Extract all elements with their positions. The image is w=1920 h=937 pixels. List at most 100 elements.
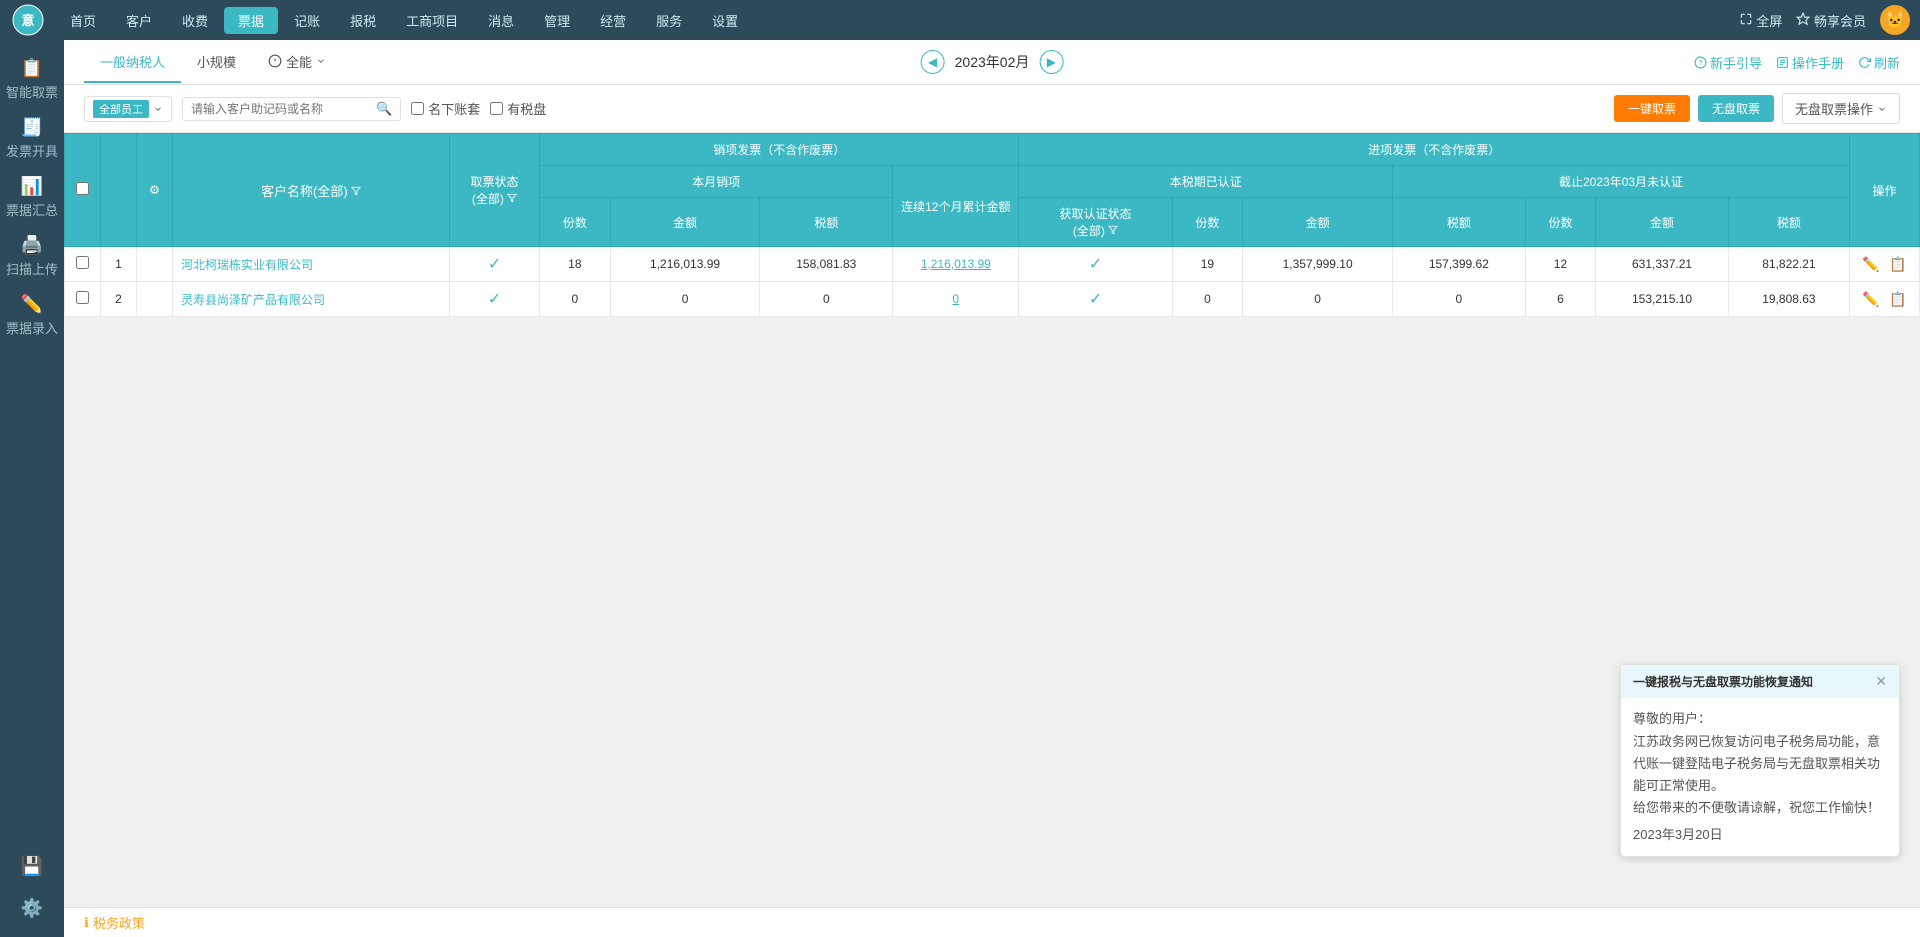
row-checkbox[interactable]: [65, 247, 101, 282]
info-icon: ℹ: [84, 915, 89, 931]
nav-billing[interactable]: 收费: [168, 7, 222, 34]
th-settings-icon: ⚙: [137, 134, 173, 247]
search-input[interactable]: [191, 102, 371, 116]
fullscreen-btn[interactable]: 全屏: [1739, 11, 1783, 30]
notification-header: 一键报税与无盘取票功能恢复通知 ✕: [1621, 665, 1899, 698]
row-until-tax: 81,822.21: [1728, 247, 1849, 282]
row-operation: ✏️ 📋: [1850, 282, 1920, 317]
notification-date: 2023年3月20日: [1633, 824, 1887, 846]
svg-text:意: 意: [21, 13, 34, 28]
tab-content-row: 一般纳税人 小规模 全能 ◀ 2023年02月 ▶ ? 新手引导 操作手册: [64, 40, 1920, 84]
row-purchase-tax: 0: [1393, 282, 1526, 317]
sidebar-item-invoice-entry[interactable]: ✏️ 票据录入: [0, 286, 64, 345]
sidebar-item-invoice-summary[interactable]: 📊 票据汇总: [0, 168, 64, 227]
th-month-sales: 本月销项: [540, 166, 893, 198]
nav-tax[interactable]: 报税: [336, 7, 390, 34]
notification-apology: 给您带来的不便敬请谅解，祝您工作愉快！: [1633, 797, 1887, 819]
table-row: 1 河北柯瑞栋实业有限公司 ✓ 18 1,216,013.99 158,081.…: [65, 247, 1920, 282]
svg-text:?: ?: [1698, 60, 1702, 67]
new-guide-btn[interactable]: ? 新手引导: [1694, 53, 1762, 72]
detail-icon[interactable]: 📋: [1889, 256, 1906, 272]
sidebar-bottom-download[interactable]: 💾: [17, 848, 47, 885]
row-until-amount: 631,337.21: [1596, 247, 1729, 282]
nav-home[interactable]: 首页: [56, 7, 110, 34]
row-customer-name[interactable]: 灵寿县尚泽矿产品有限公司: [173, 282, 450, 317]
tab-small-scale[interactable]: 小规模: [181, 42, 252, 83]
table-row: 2 灵寿县尚泽矿产品有限公司 ✓ 0 0 0 0 ✓ 0 0 0 6 153,2…: [65, 282, 1920, 317]
select-all-checkbox[interactable]: [76, 182, 89, 195]
notification-text: 江苏政务网已恢复访问电子税务局功能，意代账一键登陆电子税务局与无盘取票相关功能可…: [1633, 731, 1887, 797]
edit-icon[interactable]: ✏️: [1862, 291, 1879, 307]
invoice-entry-icon: ✏️: [21, 294, 43, 315]
tax-policy-link[interactable]: ℹ 税务政策: [84, 913, 145, 932]
sidebar-item-label: 扫描上传: [6, 259, 58, 278]
vip-btn[interactable]: 畅享会员: [1796, 11, 1866, 30]
filter-bar: 全部员工 🔍 名下账套 有税盘 一键取票 无盘取票 无盘取票操作: [64, 85, 1920, 133]
user-avatar[interactable]: 🐱: [1880, 5, 1910, 35]
sidebar-item-label: 票据录入: [6, 318, 58, 337]
nav-customer[interactable]: 客户: [112, 7, 166, 34]
nav-message[interactable]: 消息: [474, 7, 528, 34]
row-until-count: 12: [1525, 247, 1596, 282]
sidebar-bottom: 💾 ⚙️: [17, 848, 47, 937]
sidebar-item-label: 发票开具: [6, 141, 58, 160]
no-disk-ticket-op-btn[interactable]: 无盘取票操作: [1782, 93, 1900, 124]
th-until-amount: 金额: [1596, 198, 1729, 247]
row-checkbox[interactable]: [65, 282, 101, 317]
nav-business[interactable]: 工商项目: [392, 7, 472, 34]
top-right-actions: 全屏 畅享会员 🐱: [1739, 5, 1910, 35]
manual-btn[interactable]: 操作手册: [1776, 53, 1844, 72]
invoice-summary-icon: 📊: [21, 176, 43, 197]
row-sales-amount: 0: [610, 282, 760, 317]
notification-close-btn[interactable]: ✕: [1875, 673, 1887, 690]
tax-disk-checkbox-label[interactable]: 有税盘: [490, 99, 546, 118]
th-sales-tax: 税额: [760, 198, 893, 247]
download-checkbox[interactable]: [411, 102, 424, 115]
tab-all[interactable]: 全能: [252, 42, 342, 83]
nav-operation[interactable]: 经营: [586, 7, 640, 34]
th-purchase-tax: 税额: [1393, 198, 1526, 247]
period-prev-btn[interactable]: ◀: [921, 50, 945, 74]
download-checkbox-label[interactable]: 名下账套: [411, 99, 480, 118]
row-actions: [137, 282, 173, 317]
tab-general-taxpayer[interactable]: 一般纳税人: [84, 42, 181, 83]
th-purchase-amount: 金额: [1243, 198, 1393, 247]
refresh-btn[interactable]: 刷新: [1858, 53, 1900, 72]
detail-icon[interactable]: 📋: [1889, 291, 1906, 307]
table-wrap: ⚙ 客户名称(全部) 取票状态(全部) 销项发票（不含作废票） 进项发票（不含作…: [64, 133, 1920, 317]
th-no: [101, 134, 137, 247]
nav-items: 首页 客户 收费 票据 记账 报税 工商项目 消息 管理 经营 服务 设置: [56, 7, 1739, 34]
filter-right-buttons: 一键取票 无盘取票 无盘取票操作: [1614, 93, 1900, 124]
sidebar-item-invoice-open[interactable]: 🧾 发票开具: [0, 109, 64, 168]
sidebar-item-scan-upload[interactable]: 🖨️ 扫描上传: [0, 227, 64, 286]
row-purchase-amount: 1,357,999.10: [1243, 247, 1393, 282]
edit-icon[interactable]: ✏️: [1862, 256, 1879, 272]
sidebar-item-smart-ticket[interactable]: 📋 智能取票: [0, 50, 64, 109]
row-purchase-count: 19: [1172, 247, 1243, 282]
row-no: 2: [101, 282, 137, 317]
th-customer-name: 客户名称(全部): [173, 134, 450, 247]
period-next-btn[interactable]: ▶: [1039, 50, 1063, 74]
nav-service[interactable]: 服务: [642, 7, 696, 34]
toolbar-right: ? 新手引导 操作手册 刷新: [1694, 53, 1900, 72]
th-until-date: 截止2023年03月未认证: [1393, 166, 1850, 198]
nav-management[interactable]: 管理: [530, 7, 584, 34]
nav-settings[interactable]: 设置: [698, 7, 752, 34]
bottom-bar: ℹ 税务政策: [64, 907, 1920, 937]
search-wrap: 🔍: [182, 97, 401, 121]
nav-invoice[interactable]: 票据: [224, 7, 278, 34]
row-until-amount: 153,215.10: [1596, 282, 1729, 317]
sidebar-bottom-settings[interactable]: ⚙️: [17, 890, 47, 927]
period-text: 2023年02月: [955, 52, 1030, 72]
th-until-count: 份数: [1525, 198, 1596, 247]
row-customer-name[interactable]: 河北柯瑞栋实业有限公司: [173, 247, 450, 282]
row-purchase-amount: 0: [1243, 282, 1393, 317]
one-click-ticket-btn[interactable]: 一键取票: [1614, 95, 1690, 122]
no-disk-ticket-btn[interactable]: 无盘取票: [1698, 95, 1774, 122]
row-status: ✓: [450, 247, 540, 282]
tax-disk-checkbox[interactable]: [490, 102, 503, 115]
nav-bookkeeping[interactable]: 记账: [280, 7, 334, 34]
search-icon[interactable]: 🔍: [376, 101, 392, 117]
row-cumulative: 0: [893, 282, 1019, 317]
employee-select[interactable]: 全部员工: [84, 96, 172, 122]
